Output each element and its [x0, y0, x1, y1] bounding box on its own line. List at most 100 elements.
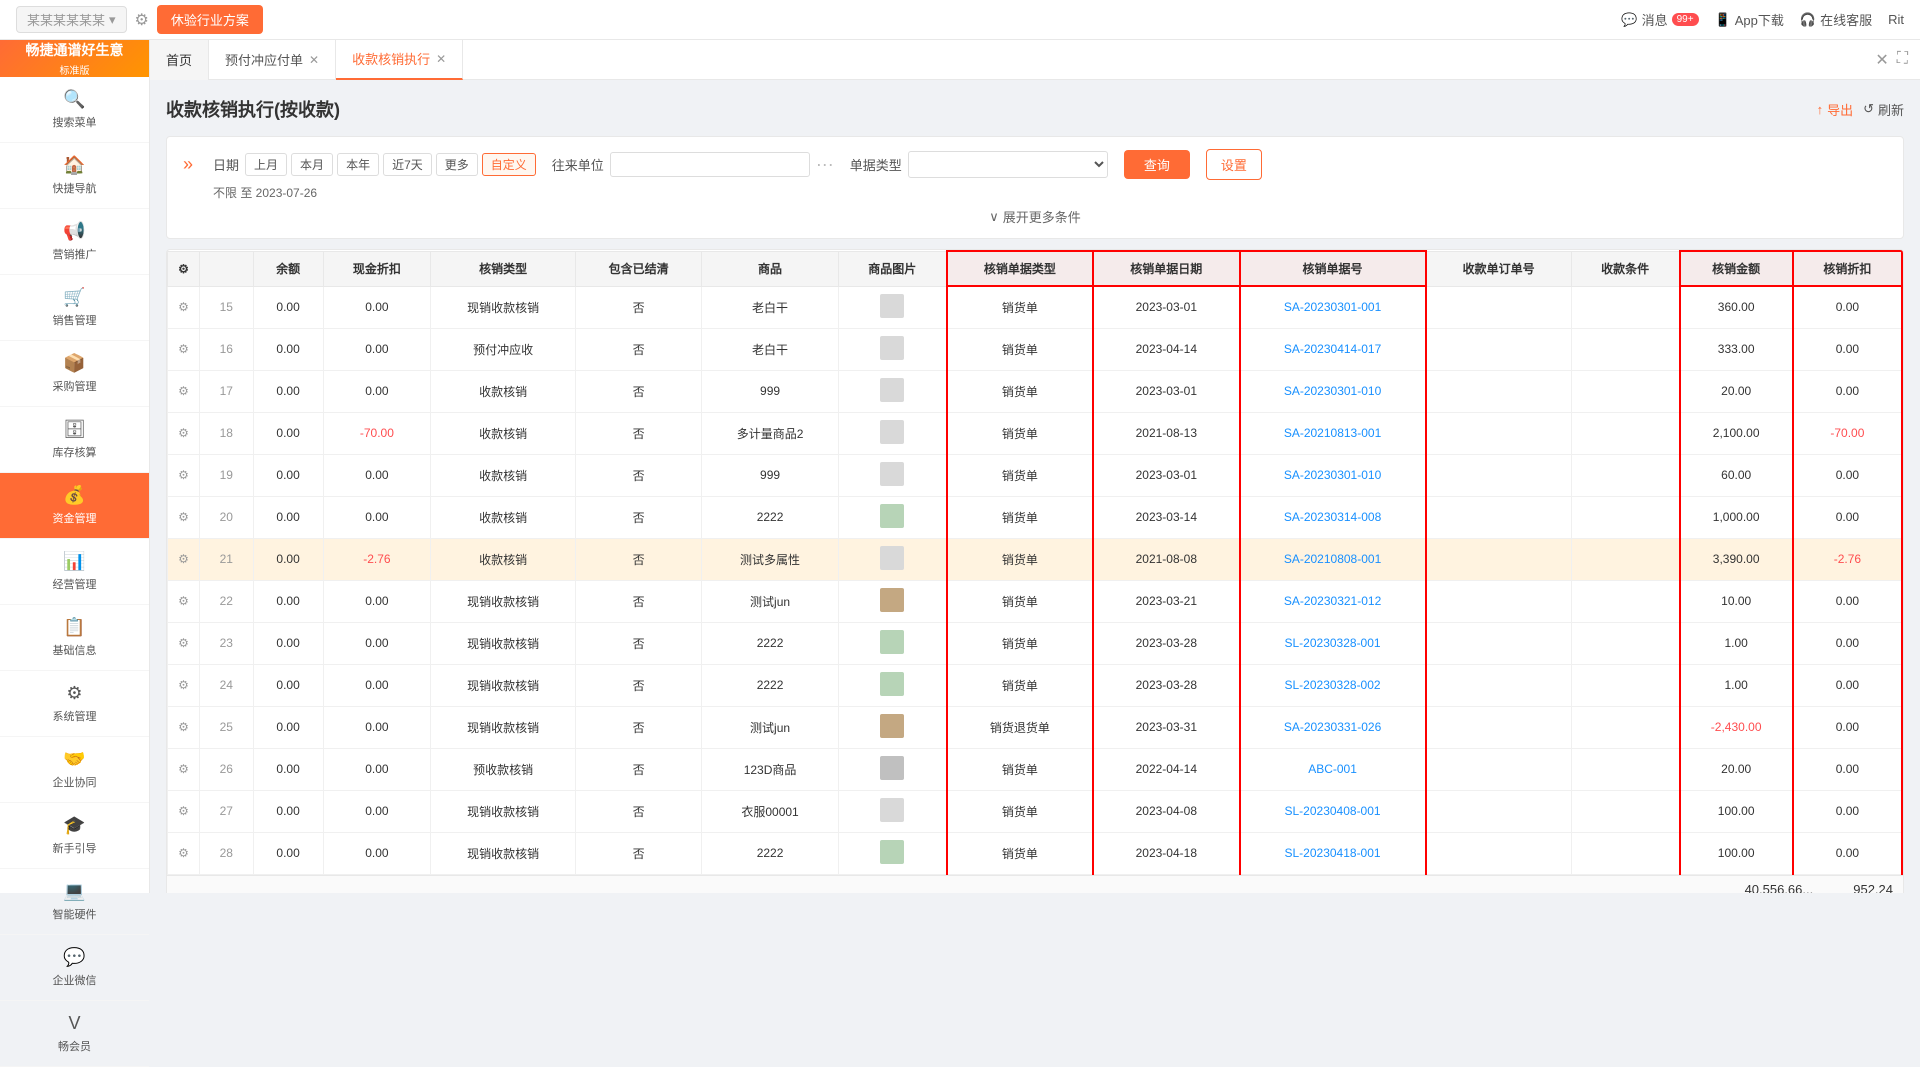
logo-subtitle: 标准版 [60, 62, 90, 77]
expand-conditions[interactable]: ∨ 展开更多条件 [183, 207, 1887, 226]
row-settings[interactable]: ⚙ [168, 706, 200, 748]
tab-bar: 首页 预付冲应付单 ✕ 收款核销执行 ✕ ✕ ⛶ [150, 40, 1920, 80]
row-voucher-type: 销货单 [947, 748, 1093, 790]
row-settings[interactable]: ⚙ [168, 664, 200, 706]
sidebar-item-hardware[interactable]: 💻 智能硬件 [0, 869, 149, 935]
row-settings[interactable]: ⚙ [168, 454, 200, 496]
row-voucher-no[interactable]: SA-20230301-001 [1240, 286, 1426, 328]
row-voucher-date: 2023-04-18 [1093, 832, 1239, 874]
sidebar-item-inventory[interactable]: 🗄 库存核算 [0, 407, 149, 473]
row-receipt-condition [1571, 496, 1679, 538]
row-settings[interactable]: ⚙ [168, 748, 200, 790]
page-header: 收款核销执行(按收款) ↑ 导出 ↺ 刷新 [166, 96, 1904, 122]
col-header-voucher-no: 核销单据号 [1240, 251, 1426, 286]
row-voucher-no[interactable]: SA-20210808-001 [1240, 538, 1426, 580]
sidebar-item-sales[interactable]: 🛒 销售管理 [0, 275, 149, 341]
sidebar-item-member[interactable]: V 畅会员 [0, 1001, 149, 1067]
row-voucher-no[interactable]: SA-20230301-010 [1240, 370, 1426, 412]
page-actions: ↑ 导出 ↺ 刷新 [1817, 100, 1904, 119]
row-settings[interactable]: ⚙ [168, 328, 200, 370]
row-settings[interactable]: ⚙ [168, 622, 200, 664]
row-image [838, 412, 946, 454]
tab-home[interactable]: 首页 [150, 40, 209, 80]
industry-button[interactable]: 休验行业方案 [157, 5, 263, 34]
online-service-button[interactable]: 🎧 在线客服 [1800, 10, 1872, 29]
row-receipt-condition [1571, 664, 1679, 706]
row-amount: 333.00 [1680, 328, 1793, 370]
sidebar-label: 采购管理 [53, 378, 97, 394]
row-type: 预收款核销 [431, 748, 576, 790]
sidebar-item-wechat[interactable]: 💬 企业微信 [0, 935, 149, 1001]
row-settings[interactable]: ⚙ [168, 496, 200, 538]
tab-home-label: 首页 [166, 50, 192, 69]
row-voucher-no[interactable]: SA-20230321-012 [1240, 580, 1426, 622]
date-btn-last-month[interactable]: 上月 [245, 153, 287, 176]
row-settings[interactable]: ⚙ [168, 538, 200, 580]
row-settings[interactable]: ⚙ [168, 412, 200, 454]
counterparty-input[interactable] [610, 152, 810, 177]
row-discount: 0.00 [1793, 454, 1902, 496]
row-amount: -2,430.00 [1680, 706, 1793, 748]
filter-toggle[interactable]: » [183, 154, 193, 175]
date-btn-more[interactable]: 更多 [436, 153, 478, 176]
row-balance: 0.00 [253, 622, 323, 664]
sidebar-item-basic-info[interactable]: 📋 基础信息 [0, 605, 149, 671]
row-voucher-no[interactable]: SA-20230301-010 [1240, 454, 1426, 496]
row-voucher-no[interactable]: SL-20230328-001 [1240, 622, 1426, 664]
tab-receipt[interactable]: 收款核销执行 ✕ [336, 40, 463, 80]
row-voucher-no[interactable]: SL-20230408-001 [1240, 790, 1426, 832]
row-settings[interactable]: ⚙ [168, 286, 200, 328]
row-goods: 2222 [702, 832, 839, 874]
user-info[interactable]: Rit [1888, 12, 1904, 27]
maximize-icon[interactable]: ⛶ [1897, 50, 1908, 70]
row-voucher-no[interactable]: SA-20230331-026 [1240, 706, 1426, 748]
sidebar-item-search[interactable]: 🔍 搜索菜单 [0, 77, 149, 143]
table-settings-button[interactable]: 设置 [1206, 149, 1262, 180]
scroll-area[interactable]: ⚙ 余额 现金折扣 核销类型 包含已结清 商品 商品图片 核销单据类型 核销单据… [167, 250, 1903, 875]
row-settings[interactable]: ⚙ [168, 580, 200, 622]
sidebar-item-guide[interactable]: 🎓 新手引导 [0, 803, 149, 869]
sidebar-item-marketing[interactable]: 📢 营销推广 [0, 209, 149, 275]
sidebar-item-system[interactable]: ⚙ 系统管理 [0, 671, 149, 737]
row-voucher-no[interactable]: SL-20230418-001 [1240, 832, 1426, 874]
notification-button[interactable]: 💬 消息 99+ [1621, 10, 1698, 29]
date-btn-7days[interactable]: 近7天 [383, 153, 432, 176]
row-id: 26 [200, 748, 254, 790]
sidebar-item-collab[interactable]: 🤝 企业协同 [0, 737, 149, 803]
row-voucher-type: 销货单 [947, 412, 1093, 454]
row-voucher-date: 2023-04-14 [1093, 328, 1239, 370]
voucher-type-select[interactable] [908, 151, 1108, 178]
date-options: 上月 本月 本年 近7天 更多 自定义 [245, 153, 536, 176]
row-settled: 否 [576, 328, 702, 370]
tab-prepayment-close[interactable]: ✕ [309, 53, 319, 67]
close-window-icon[interactable]: ✕ [1875, 50, 1888, 70]
refresh-button[interactable]: ↺ 刷新 [1863, 100, 1904, 119]
row-voucher-no[interactable]: SA-20230414-017 [1240, 328, 1426, 370]
row-voucher-no[interactable]: SL-20230328-002 [1240, 664, 1426, 706]
tab-receipt-close[interactable]: ✕ [436, 52, 446, 66]
row-settings[interactable]: ⚙ [168, 790, 200, 832]
date-btn-this-month[interactable]: 本月 [291, 153, 333, 176]
date-btn-custom[interactable]: 自定义 [482, 153, 536, 176]
sidebar-item-finance[interactable]: 💰 资金管理 [0, 473, 149, 539]
row-discount: -2.76 [1793, 538, 1902, 580]
row-voucher-no[interactable]: SA-20210813-001 [1240, 412, 1426, 454]
row-voucher-no[interactable]: ABC-001 [1240, 748, 1426, 790]
row-receipt-condition [1571, 538, 1679, 580]
tab-prepayment[interactable]: 预付冲应付单 ✕ [209, 40, 336, 80]
app-download-button[interactable]: 📱 App下载 [1715, 10, 1784, 29]
row-settings[interactable]: ⚙ [168, 832, 200, 874]
row-settings[interactable]: ⚙ [168, 370, 200, 412]
query-button[interactable]: 查询 [1124, 150, 1190, 179]
row-image [838, 664, 946, 706]
counterparty-label: 往来单位 [552, 155, 604, 174]
sidebar-item-operations[interactable]: 📊 经营管理 [0, 539, 149, 605]
sidebar-item-purchase[interactable]: 📦 采购管理 [0, 341, 149, 407]
settings-icon[interactable]: ⚙ [135, 10, 149, 30]
table-row: ⚙27 0.00 0.00 现销收款核销 否 衣服00001 销货单 2023-… [168, 790, 1903, 832]
export-button[interactable]: ↑ 导出 [1817, 100, 1854, 119]
date-btn-this-year[interactable]: 本年 [337, 153, 379, 176]
row-voucher-no[interactable]: SA-20230314-008 [1240, 496, 1426, 538]
company-selector[interactable]: 某某某某某某 ▾ [16, 6, 127, 33]
sidebar-item-nav[interactable]: 🏠 快捷导航 [0, 143, 149, 209]
